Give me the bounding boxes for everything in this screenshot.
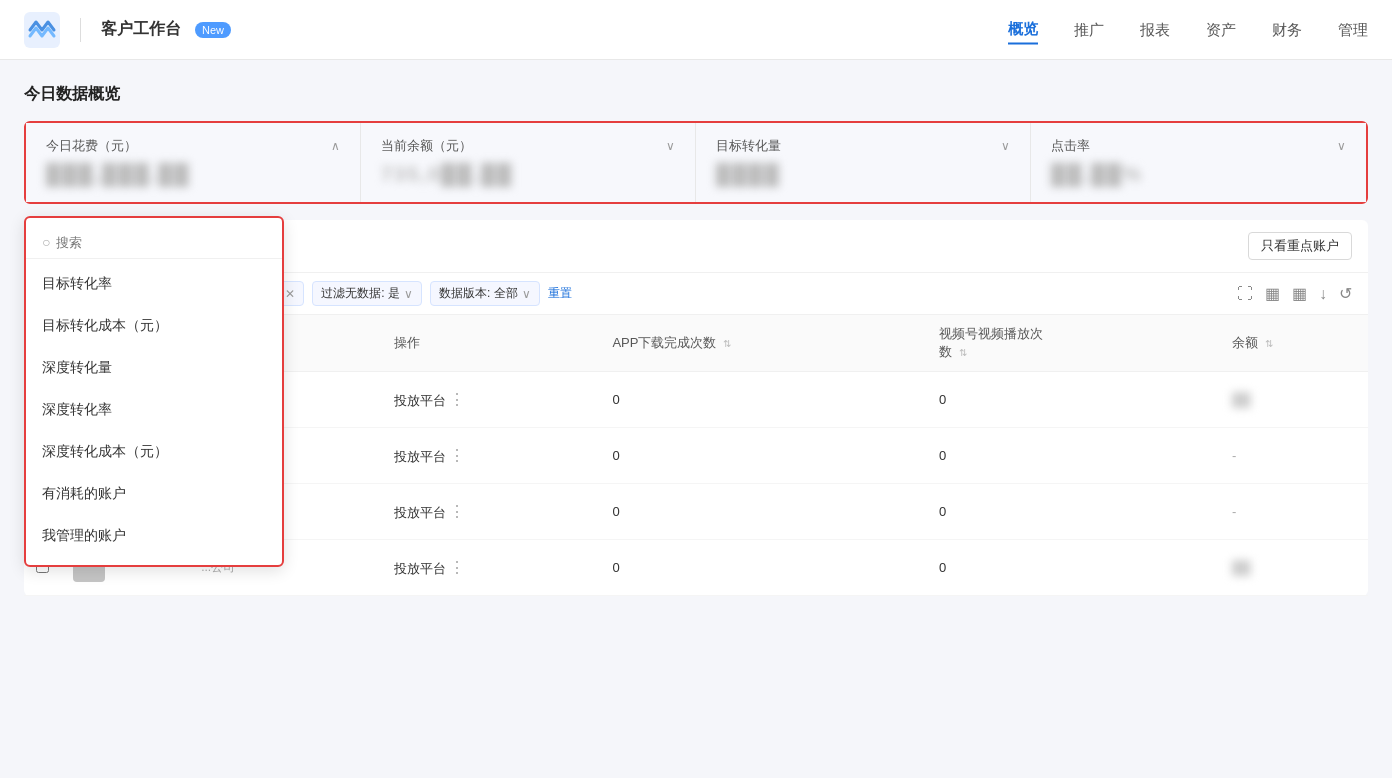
td-balance-2: - [1220, 484, 1368, 540]
filter-tag-nodata-label: 过滤无数据: 是 [321, 285, 400, 302]
metric-card-spend: 今日花费（元） ∧ ███,███.██ [26, 123, 361, 202]
expand-icon[interactable]: ⛶ [1237, 285, 1253, 303]
dropdown-item-5[interactable]: 有消耗的账户 [26, 473, 278, 515]
section-title: 今日数据概览 [24, 84, 1368, 105]
td-balance-1: - [1220, 428, 1368, 484]
brand-logo-icon [24, 12, 60, 48]
header: 客户工作台 New 概览 推广 报表 资产 财务 管理 [0, 0, 1392, 60]
column-icon[interactable]: ▦ [1292, 284, 1307, 303]
metric-card-balance: 当前余额（元） ∨ 735,0██.██ [361, 123, 696, 202]
nav-item-admin[interactable]: 管理 [1338, 16, 1368, 43]
sort-video-play-icon[interactable]: ⇅ [959, 347, 967, 358]
metric-label-conversion: 目标转化量 [716, 137, 781, 155]
search-icon: ○ [42, 234, 50, 250]
dropdown-item-4[interactable]: 深度转化成本（元） [26, 431, 278, 473]
filter-tag-version-label: 数据版本: 全部 [439, 285, 518, 302]
dropdown-item-2[interactable]: 深度转化量 [26, 347, 278, 389]
sort-balance-icon[interactable]: ⇅ [1265, 338, 1273, 349]
filter-tag-nodata-close[interactable]: ∨ [404, 287, 413, 301]
main-nav: 概览 推广 报表 资产 财务 管理 [1008, 15, 1368, 44]
dropdown-item-6[interactable]: 我管理的账户 [26, 515, 278, 557]
td-action-3: 投放平台 ⋮ [382, 540, 601, 596]
metric-chevron-spend[interactable]: ∧ [331, 139, 340, 153]
nav-item-assets[interactable]: 资产 [1206, 16, 1236, 43]
filter-tag-remark-close[interactable]: ✕ [285, 287, 295, 301]
download-icon[interactable]: ↓ [1319, 285, 1327, 303]
nav-item-promotion[interactable]: 推广 [1074, 16, 1104, 43]
td-app-2: 0 [600, 484, 927, 540]
chart-icon[interactable]: ▦ [1265, 284, 1280, 303]
metric-card-conversion: 目标转化量 ∨ ████ [696, 123, 1031, 202]
metric-value-spend: ███,███.██ [46, 163, 340, 186]
metric-value-ctr: ██.██% [1051, 163, 1346, 186]
new-badge: New [195, 22, 231, 38]
refresh-icon[interactable]: ↺ [1339, 284, 1352, 303]
metric-value-balance: 735,0██.██ [381, 163, 675, 186]
header-divider [80, 18, 81, 42]
td-video-1: 0 [927, 428, 1220, 484]
td-app-0: 0 [600, 372, 927, 428]
filter-tag-version-close[interactable]: ∨ [522, 287, 531, 301]
metric-chevron-balance[interactable]: ∨ [666, 139, 675, 153]
td-video-3: 0 [927, 540, 1220, 596]
dropdown-search-input[interactable] [56, 235, 266, 250]
dropdown-item-1[interactable]: 目标转化成本（元） [26, 305, 278, 347]
more-icon-1[interactable]: ⋮ [449, 447, 465, 464]
td-balance-0: ██ [1220, 372, 1368, 428]
th-video-play: 视频号视频播放次数 ⇅ [927, 315, 1220, 372]
more-icon-3[interactable]: ⋮ [449, 559, 465, 576]
metric-label-balance: 当前余额（元） [381, 137, 472, 155]
th-action: 操作 [382, 315, 601, 372]
td-video-2: 0 [927, 484, 1220, 540]
metric-header-conversion: 目标转化量 ∨ [716, 137, 1010, 155]
td-app-3: 0 [600, 540, 927, 596]
dropdown-item-3[interactable]: 深度转化率 [26, 389, 278, 431]
more-icon-2[interactable]: ⋮ [449, 503, 465, 520]
metric-chevron-ctr[interactable]: ∨ [1337, 139, 1346, 153]
metric-label-spend: 今日花费（元） [46, 137, 137, 155]
metrics-row: 今日花费（元） ∧ ███,███.██ 当前余额（元） ∨ 735,0██.█… [24, 121, 1368, 204]
filter-tag-version: 数据版本: 全部 ∨ [430, 281, 540, 306]
metric-chevron-conversion[interactable]: ∨ [1001, 139, 1010, 153]
metric-label-ctr: 点击率 [1051, 137, 1090, 155]
dropdown-list: 目标转化率 目标转化成本（元） 深度转化量 深度转化率 深度转化成本（元） 有消… [26, 263, 282, 557]
filter-tag-nodata: 过滤无数据: 是 ∨ [312, 281, 422, 306]
metric-header-ctr: 点击率 ∨ [1051, 137, 1346, 155]
nav-item-finance[interactable]: 财务 [1272, 16, 1302, 43]
td-balance-3: ██ [1220, 540, 1368, 596]
td-action-0: 投放平台 ⋮ [382, 372, 601, 428]
toolbar-icons: ⛶ ▦ ▦ ↓ ↺ [1237, 284, 1352, 303]
more-icon-0[interactable]: ⋮ [449, 391, 465, 408]
sort-app-download-icon[interactable]: ⇅ [723, 338, 731, 349]
dropdown-search-area: ○ [26, 226, 282, 259]
nav-item-report[interactable]: 报表 [1140, 16, 1170, 43]
th-balance: 余额 ⇅ [1220, 315, 1368, 372]
td-action-1: 投放平台 ⋮ [382, 428, 601, 484]
metric-dropdown: ○ 目标转化率 目标转化成本（元） 深度转化量 深度转化率 深度转化成本（元） … [24, 216, 284, 567]
metric-header-spend: 今日花费（元） ∧ [46, 137, 340, 155]
th-app-download: APP下载完成次数 ⇅ [600, 315, 927, 372]
main-content: 今日数据概览 今日花费（元） ∧ ███,███.██ 当前余额（元） ∨ 73… [0, 60, 1392, 596]
td-video-0: 0 [927, 372, 1220, 428]
metric-value-conversion: ████ [716, 163, 1010, 186]
td-app-1: 0 [600, 428, 927, 484]
app-title: 客户工作台 [101, 19, 181, 40]
metric-card-ctr: 点击率 ∨ ██.██% [1031, 123, 1366, 202]
nav-item-overview[interactable]: 概览 [1008, 15, 1038, 44]
metric-header-balance: 当前余额（元） ∨ [381, 137, 675, 155]
logo-area: 客户工作台 New [24, 12, 231, 48]
priority-button[interactable]: 只看重点账户 [1248, 232, 1352, 260]
td-action-2: 投放平台 ⋮ [382, 484, 601, 540]
reset-button[interactable]: 重置 [548, 285, 572, 302]
dropdown-item-0[interactable]: 目标转化率 [26, 263, 278, 305]
